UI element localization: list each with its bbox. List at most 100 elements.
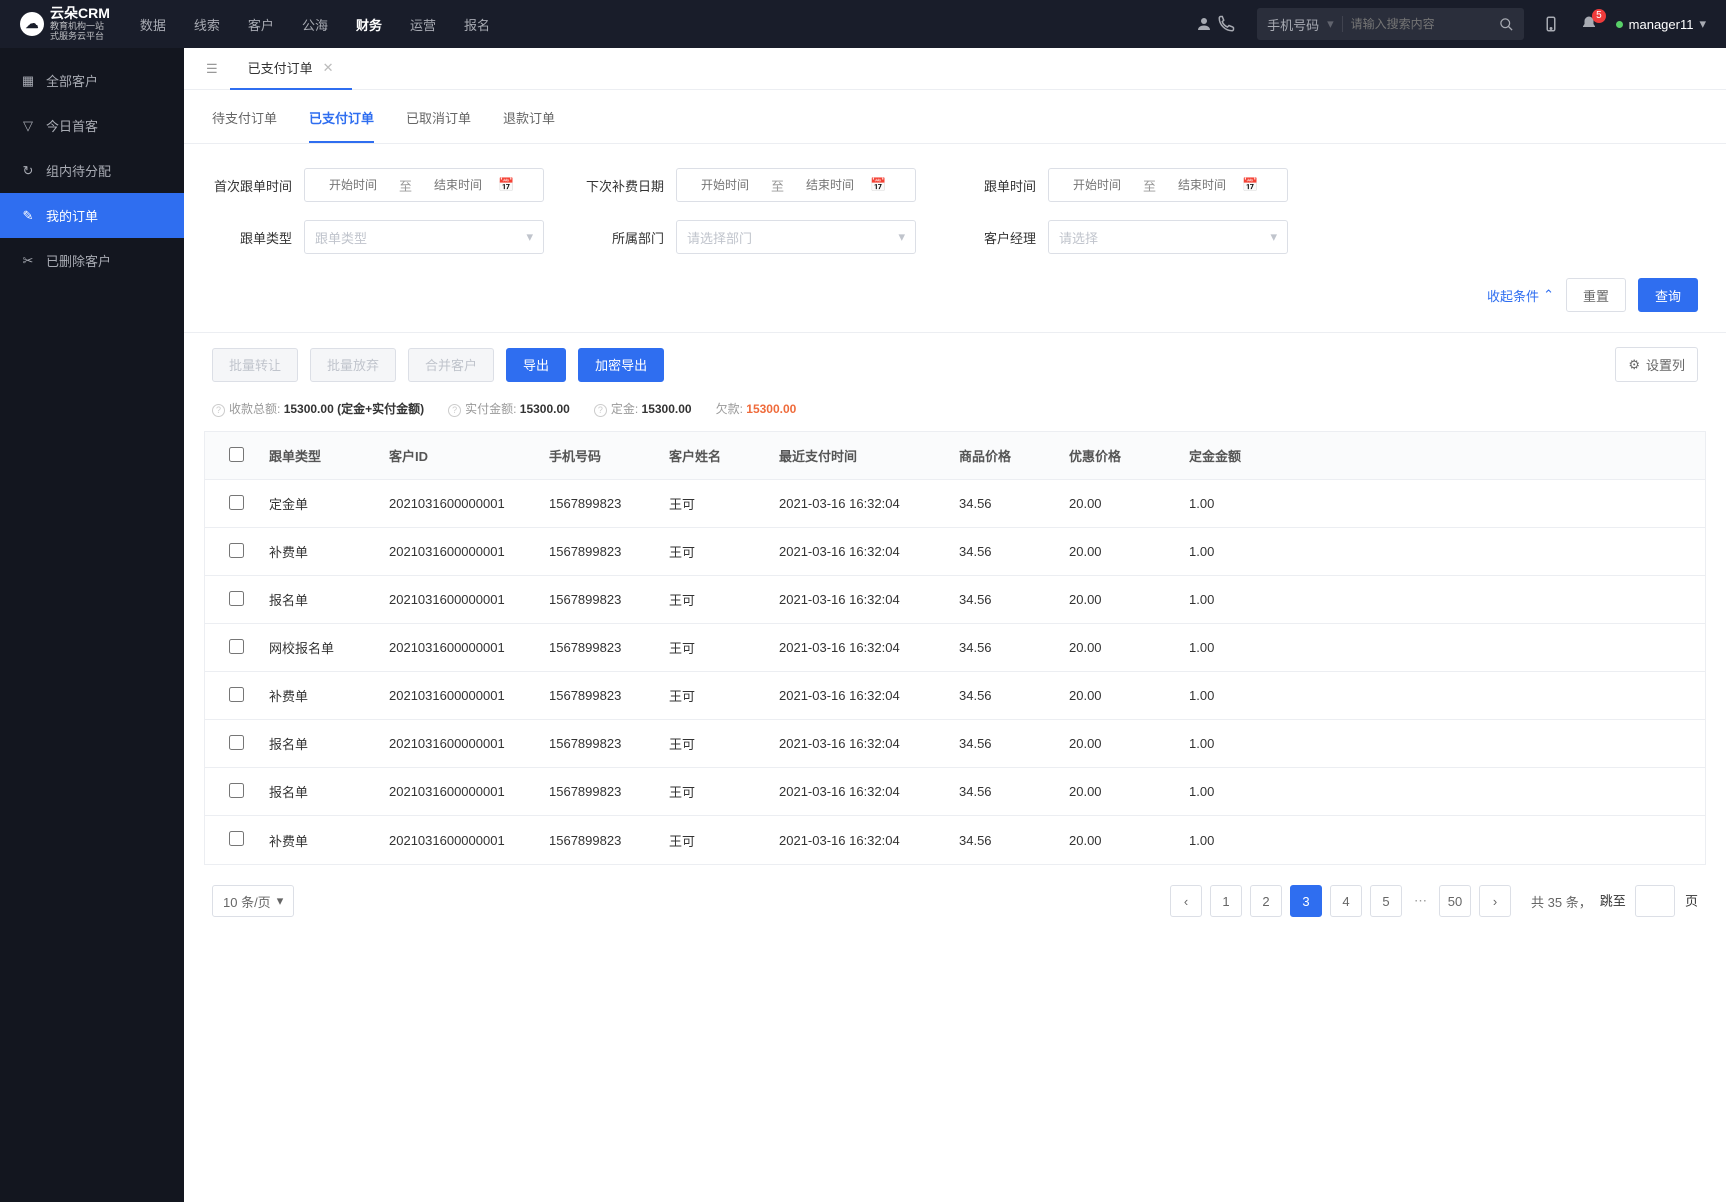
row-checkbox[interactable]: [229, 687, 244, 702]
sidebar-icon: ✎: [20, 208, 36, 224]
table-row[interactable]: 补费单20210316000000011567899823王可2021-03-1…: [205, 528, 1705, 576]
follow-type-select[interactable]: 跟单类型▾: [304, 220, 544, 254]
logo[interactable]: ☁ 云朵CRM 教育机构一站式服务云平台: [20, 6, 110, 41]
page-button[interactable]: 2: [1250, 885, 1282, 917]
search-input[interactable]: [1351, 17, 1491, 31]
sidebar-item[interactable]: ↻组内待分配: [0, 148, 184, 193]
search-box[interactable]: 手机号码 ▾: [1257, 8, 1524, 40]
cell-id: 2021031600000001: [381, 688, 541, 703]
subtab[interactable]: 退款订单: [503, 108, 555, 143]
next-fee-start[interactable]: [685, 178, 765, 192]
topnav-item[interactable]: 客户: [248, 1, 274, 48]
table-row[interactable]: 补费单20210316000000011567899823王可2021-03-1…: [205, 816, 1705, 864]
encrypted-export-button[interactable]: 加密导出: [578, 348, 664, 382]
row-checkbox[interactable]: [229, 639, 244, 654]
device-icon[interactable]: [1540, 13, 1562, 35]
query-button[interactable]: 查询: [1638, 278, 1698, 312]
row-checkbox[interactable]: [229, 735, 244, 750]
calendar-icon: 📅: [1242, 177, 1258, 193]
close-icon[interactable]: ✕: [323, 60, 334, 76]
dept-select[interactable]: 请选择部门▾: [676, 220, 916, 254]
topnav-item[interactable]: 数据: [140, 1, 166, 48]
topnav-item[interactable]: 公海: [302, 1, 328, 48]
next-fee-range[interactable]: 至 📅: [676, 168, 916, 202]
cell-discount: 20.00: [1061, 496, 1181, 511]
cell-price: 34.56: [951, 784, 1061, 799]
person-icon[interactable]: [1193, 13, 1215, 35]
filter-label-manager: 客户经理: [956, 228, 1036, 247]
page-button[interactable]: 4: [1330, 885, 1362, 917]
row-checkbox[interactable]: [229, 783, 244, 798]
pagination: 10 条/页▾ ‹ 12345⋯50 › 共 35 条， 跳至 页: [184, 865, 1726, 937]
merge-customer-button[interactable]: 合并客户: [408, 348, 494, 382]
collapse-filters-link[interactable]: 收起条件 ⌃: [1487, 286, 1554, 305]
bell-icon[interactable]: 5: [1578, 13, 1600, 35]
reset-button[interactable]: 重置: [1566, 278, 1626, 312]
follow-time-range[interactable]: 至 📅: [1048, 168, 1288, 202]
cell-name: 王可: [661, 638, 771, 657]
col-price: 商品价格: [951, 446, 1061, 465]
search-type-select[interactable]: 手机号码: [1267, 15, 1319, 34]
page-button[interactable]: 50: [1439, 885, 1471, 917]
topnav-item[interactable]: 报名: [464, 1, 490, 48]
manager-select[interactable]: 请选择▾: [1048, 220, 1288, 254]
cell-price: 34.56: [951, 544, 1061, 559]
sidebar-icon: ✂: [20, 253, 36, 269]
phone-icon[interactable]: [1215, 13, 1237, 35]
window-tab-paid-orders[interactable]: 已支付订单 ✕: [230, 48, 352, 90]
table-row[interactable]: 报名单20210316000000011567899823王可2021-03-1…: [205, 576, 1705, 624]
batch-transfer-button[interactable]: 批量转让: [212, 348, 298, 382]
first-follow-end[interactable]: [418, 178, 498, 192]
cell-price: 34.56: [951, 592, 1061, 607]
row-checkbox[interactable]: [229, 543, 244, 558]
export-button[interactable]: 导出: [506, 348, 566, 382]
table-row[interactable]: 报名单20210316000000011567899823王可2021-03-1…: [205, 768, 1705, 816]
select-all-checkbox[interactable]: [229, 447, 244, 462]
sidebar-item[interactable]: ▽今日首客: [0, 103, 184, 148]
cell-name: 王可: [661, 494, 771, 513]
page-size-select[interactable]: 10 条/页▾: [212, 885, 294, 917]
cell-name: 王可: [661, 542, 771, 561]
table-row[interactable]: 网校报名单20210316000000011567899823王可2021-03…: [205, 624, 1705, 672]
table-row[interactable]: 报名单20210316000000011567899823王可2021-03-1…: [205, 720, 1705, 768]
first-follow-start[interactable]: [313, 178, 393, 192]
cell-deposit: 1.00: [1181, 784, 1271, 799]
sidebar-item[interactable]: ✂已删除客户: [0, 238, 184, 283]
next-page-button[interactable]: ›: [1479, 885, 1511, 917]
row-checkbox[interactable]: [229, 495, 244, 510]
topnav-item[interactable]: 线索: [194, 1, 220, 48]
table-row[interactable]: 定金单20210316000000011567899823王可2021-03-1…: [205, 480, 1705, 528]
first-follow-range[interactable]: 至 📅: [304, 168, 544, 202]
sidebar-item[interactable]: ▦全部客户: [0, 58, 184, 103]
row-checkbox[interactable]: [229, 591, 244, 606]
cell-phone: 1567899823: [541, 736, 661, 751]
cell-discount: 20.00: [1061, 736, 1181, 751]
subtab[interactable]: 已支付订单: [309, 108, 374, 143]
next-fee-end[interactable]: [790, 178, 870, 192]
follow-time-end[interactable]: [1162, 178, 1242, 192]
topnav-item[interactable]: 财务: [356, 1, 382, 48]
subtab[interactable]: 已取消订单: [406, 108, 471, 143]
search-icon[interactable]: [1499, 17, 1514, 32]
page-button[interactable]: 5: [1370, 885, 1402, 917]
follow-time-start[interactable]: [1057, 178, 1137, 192]
page-button[interactable]: 3: [1290, 885, 1322, 917]
sidebar-icon: ▦: [20, 73, 36, 89]
logo-brand: 云朵CRM: [50, 6, 110, 21]
subtab[interactable]: 待支付订单: [212, 108, 277, 143]
column-settings-button[interactable]: ⚙ 设置列: [1615, 347, 1698, 382]
topnav-item[interactable]: 运营: [410, 1, 436, 48]
batch-abandon-button[interactable]: 批量放弃: [310, 348, 396, 382]
cell-price: 34.56: [951, 833, 1061, 848]
row-checkbox[interactable]: [229, 831, 244, 846]
jump-input[interactable]: [1635, 885, 1675, 917]
cell-name: 王可: [661, 590, 771, 609]
user-menu[interactable]: manager11 ▾: [1616, 16, 1706, 32]
sidebar-item[interactable]: ✎我的订单: [0, 193, 184, 238]
prev-page-button[interactable]: ‹: [1170, 885, 1202, 917]
cell-phone: 1567899823: [541, 833, 661, 848]
page-button[interactable]: 1: [1210, 885, 1242, 917]
menu-toggle-icon[interactable]: ☰: [194, 61, 230, 77]
cell-type: 定金单: [261, 494, 381, 513]
table-row[interactable]: 补费单20210316000000011567899823王可2021-03-1…: [205, 672, 1705, 720]
